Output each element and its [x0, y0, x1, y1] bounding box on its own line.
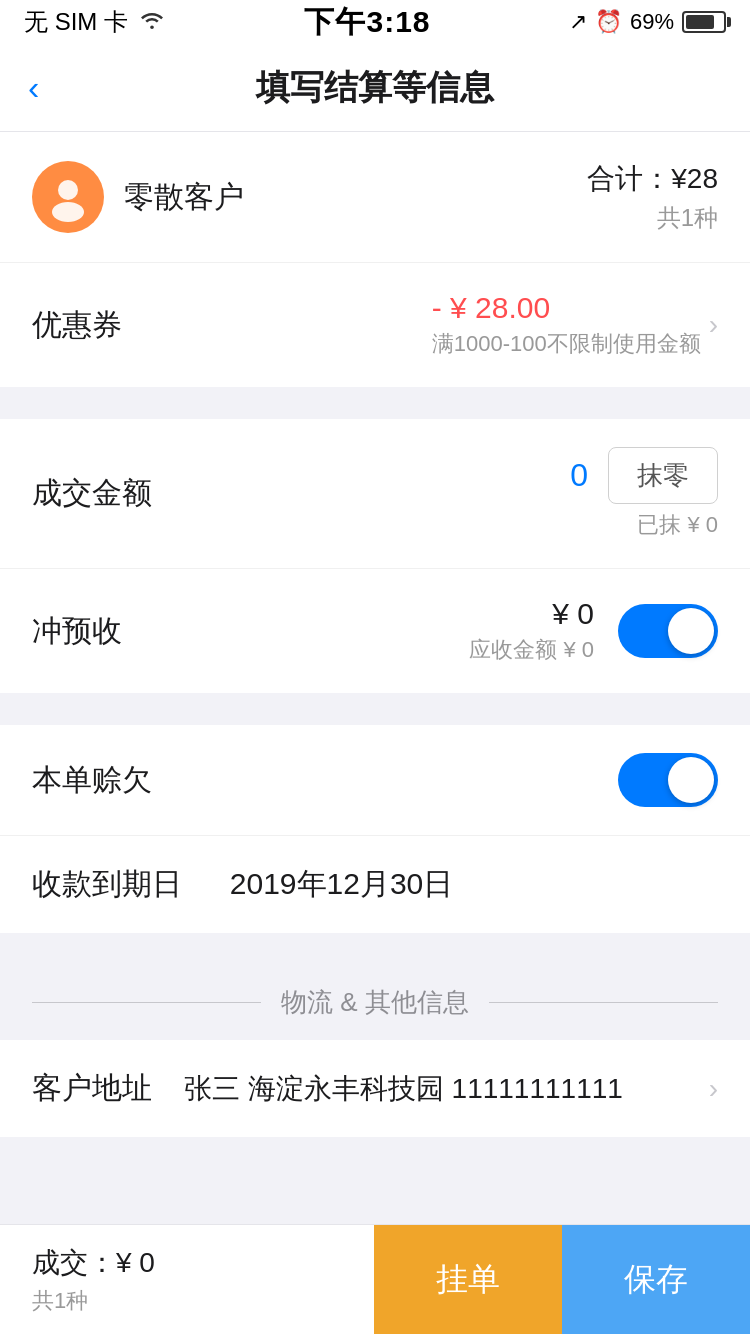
customer-row: 零散客户 合计：¥28 共1种	[0, 132, 750, 262]
avatar	[32, 161, 104, 233]
battery-percent: 69%	[630, 9, 674, 35]
total-count: 共1种	[587, 202, 718, 234]
svg-point-0	[58, 180, 78, 200]
svg-point-1	[52, 202, 84, 222]
wifi-icon	[138, 9, 166, 35]
customer-total: 合计：¥28 共1种	[587, 160, 718, 234]
separator-2	[0, 709, 750, 725]
debt-toggle-knob	[668, 757, 714, 803]
toggle-knob	[668, 608, 714, 654]
transaction-row: 成交金额 0 抹零 已抹 ¥ 0	[0, 419, 750, 569]
alarm-icon: ⏰	[595, 9, 622, 35]
already-rounded: 已抹 ¥ 0	[637, 510, 718, 540]
prepay-sublabel: 应收金额 ¥ 0	[469, 635, 594, 665]
battery-fill	[686, 15, 714, 29]
bottom-count: 共1种	[32, 1286, 342, 1316]
transaction-label: 成交金额	[32, 473, 152, 514]
transaction-section: 成交金额 0 抹零 已抹 ¥ 0 冲预收 ¥ 0 应收金额 ¥ 0	[0, 419, 750, 693]
logistics-line-left	[32, 1002, 261, 1003]
page-title: 填写结算等信息	[256, 65, 494, 111]
debt-label: 本单赊欠	[32, 760, 152, 801]
prepay-amount: ¥ 0	[469, 597, 594, 631]
prepay-amount-block: ¥ 0 应收金额 ¥ 0	[469, 597, 594, 665]
status-time: 下午3:18	[304, 2, 430, 43]
logistics-title: 物流 & 其他信息	[281, 985, 469, 1020]
nav-bar: ‹ 填写结算等信息	[0, 44, 750, 132]
address-row[interactable]: 客户地址 张三 海淀永丰科技园 11111111111 ›	[0, 1040, 750, 1137]
bottom-deal-label: 成交：	[32, 1247, 116, 1278]
duedate-value: 2019年12月30日	[230, 867, 453, 900]
pending-button[interactable]: 挂单	[374, 1225, 562, 1334]
separator-3	[0, 949, 750, 965]
bottom-actions: 挂单 保存	[374, 1225, 750, 1334]
coupon-label: 优惠券	[32, 305, 122, 346]
prepay-right: ¥ 0 应收金额 ¥ 0	[469, 597, 718, 665]
coupon-description: 满1000-100不限制使用金额	[432, 329, 701, 359]
separator-1	[0, 403, 750, 419]
debt-section: 本单赊欠 收款到期日 2019年12月30日	[0, 725, 750, 933]
sim-status: 无 SIM 卡	[24, 6, 128, 38]
bottom-deal-row: 成交：¥ 0	[32, 1244, 342, 1282]
address-label: 客户地址	[32, 1068, 152, 1109]
total-price: 合计：¥28	[587, 160, 718, 198]
status-left: 无 SIM 卡	[24, 6, 166, 38]
prepay-label: 冲预收	[32, 611, 122, 652]
back-button[interactable]: ‹	[28, 68, 39, 107]
round-zero-button[interactable]: 抹零	[608, 447, 718, 504]
duedate-label: 收款到期日	[32, 867, 182, 900]
address-value: 张三 海淀永丰科技园 11111111111	[184, 1070, 709, 1108]
save-button[interactable]: 保存	[562, 1225, 750, 1334]
address-chevron-icon: ›	[709, 1073, 718, 1105]
main-content: 零散客户 合计：¥28 共1种 优惠券 - ¥ 28.00 满1000-100不…	[0, 132, 750, 1273]
status-bar: 无 SIM 卡 下午3:18 ↗ ⏰ 69%	[0, 0, 750, 44]
prepay-row: 冲预收 ¥ 0 应收金额 ¥ 0	[0, 569, 750, 693]
debt-row: 本单赊欠	[0, 725, 750, 835]
coupon-amount-block: - ¥ 28.00 满1000-100不限制使用金额	[432, 291, 701, 359]
coupon-row[interactable]: 优惠券 - ¥ 28.00 满1000-100不限制使用金额 ›	[0, 262, 750, 387]
location-icon: ↗	[569, 9, 587, 35]
battery-icon	[682, 11, 726, 33]
coupon-discount: - ¥ 28.00	[432, 291, 701, 325]
prepay-toggle[interactable]	[618, 604, 718, 658]
customer-section: 零散客户 合计：¥28 共1种 优惠券 - ¥ 28.00 满1000-100不…	[0, 132, 750, 387]
transaction-right: 0 抹零	[570, 447, 718, 504]
logistics-line-right	[489, 1002, 718, 1003]
chevron-right-icon: ›	[709, 309, 718, 341]
bottom-deal-amount: ¥ 0	[116, 1247, 155, 1278]
transaction-amount: 0	[570, 457, 588, 494]
debt-toggle[interactable]	[618, 753, 718, 807]
bottom-summary: 成交：¥ 0 共1种	[0, 1244, 374, 1316]
logistics-header: 物流 & 其他信息	[0, 965, 750, 1040]
address-section: 客户地址 张三 海淀永丰科技园 11111111111 ›	[0, 1040, 750, 1137]
bottom-bar: 成交：¥ 0 共1种 挂单 保存	[0, 1224, 750, 1334]
status-right: ↗ ⏰ 69%	[569, 9, 726, 35]
customer-info-left: 零散客户	[32, 161, 244, 233]
duedate-row: 收款到期日 2019年12月30日	[0, 835, 750, 933]
customer-name: 零散客户	[124, 177, 244, 218]
